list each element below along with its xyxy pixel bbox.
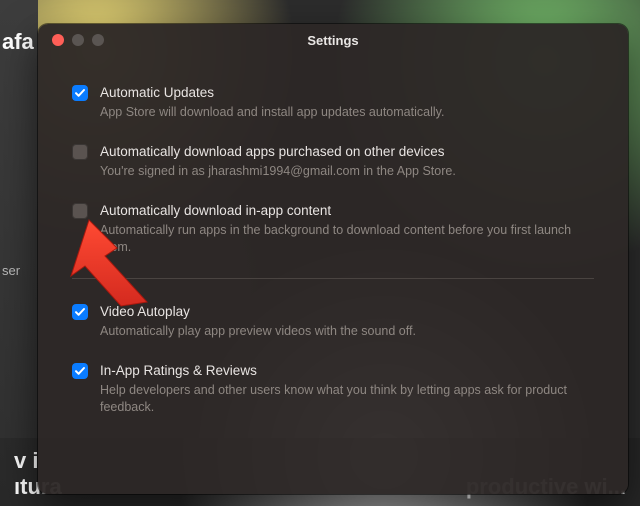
checkbox-download-other-devices[interactable]: [72, 144, 88, 160]
settings-window: Settings Automatic Updates App Store wil…: [38, 24, 628, 494]
setting-description: Automatically run apps in the background…: [100, 222, 594, 256]
settings-content: Automatic Updates App Store will downloa…: [38, 56, 628, 428]
window-title: Settings: [38, 33, 628, 48]
setting-label: Automatic Updates: [100, 84, 594, 102]
checkmark-icon: [74, 365, 86, 377]
setting-row-download-other-devices: Automatically download apps purchased on…: [72, 133, 594, 192]
checkbox-ratings-reviews[interactable]: [72, 363, 88, 379]
bg-text: afa: [2, 30, 38, 54]
checkbox-download-in-app[interactable]: [72, 203, 88, 219]
checkmark-icon: [74, 87, 86, 99]
setting-row-download-in-app: Automatically download in-app content Au…: [72, 192, 594, 268]
setting-description: App Store will download and install app …: [100, 104, 594, 121]
checkbox-auto-updates[interactable]: [72, 85, 88, 101]
checkbox-video-autoplay[interactable]: [72, 304, 88, 320]
setting-label: In-App Ratings & Reviews: [100, 362, 594, 380]
setting-row-ratings-reviews: In-App Ratings & Reviews Help developers…: [72, 352, 594, 428]
background-sidebar-fragment: afa ser: [0, 0, 38, 506]
setting-description: Automatically play app preview videos wi…: [100, 323, 594, 340]
setting-description: Help developers and other users know wha…: [100, 382, 594, 416]
setting-row-auto-updates: Automatic Updates App Store will downloa…: [72, 74, 594, 133]
setting-label: Automatically download apps purchased on…: [100, 143, 594, 161]
setting-row-video-autoplay: Video Autoplay Automatically play app pr…: [72, 293, 594, 352]
setting-label: Video Autoplay: [100, 303, 594, 321]
bg-text: ser: [2, 264, 38, 278]
window-titlebar[interactable]: Settings: [38, 24, 628, 56]
setting-description: You're signed in as jharashmi1994@gmail.…: [100, 163, 594, 180]
checkmark-icon: [74, 306, 86, 318]
setting-label: Automatically download in-app content: [100, 202, 594, 220]
separator: [72, 278, 594, 279]
